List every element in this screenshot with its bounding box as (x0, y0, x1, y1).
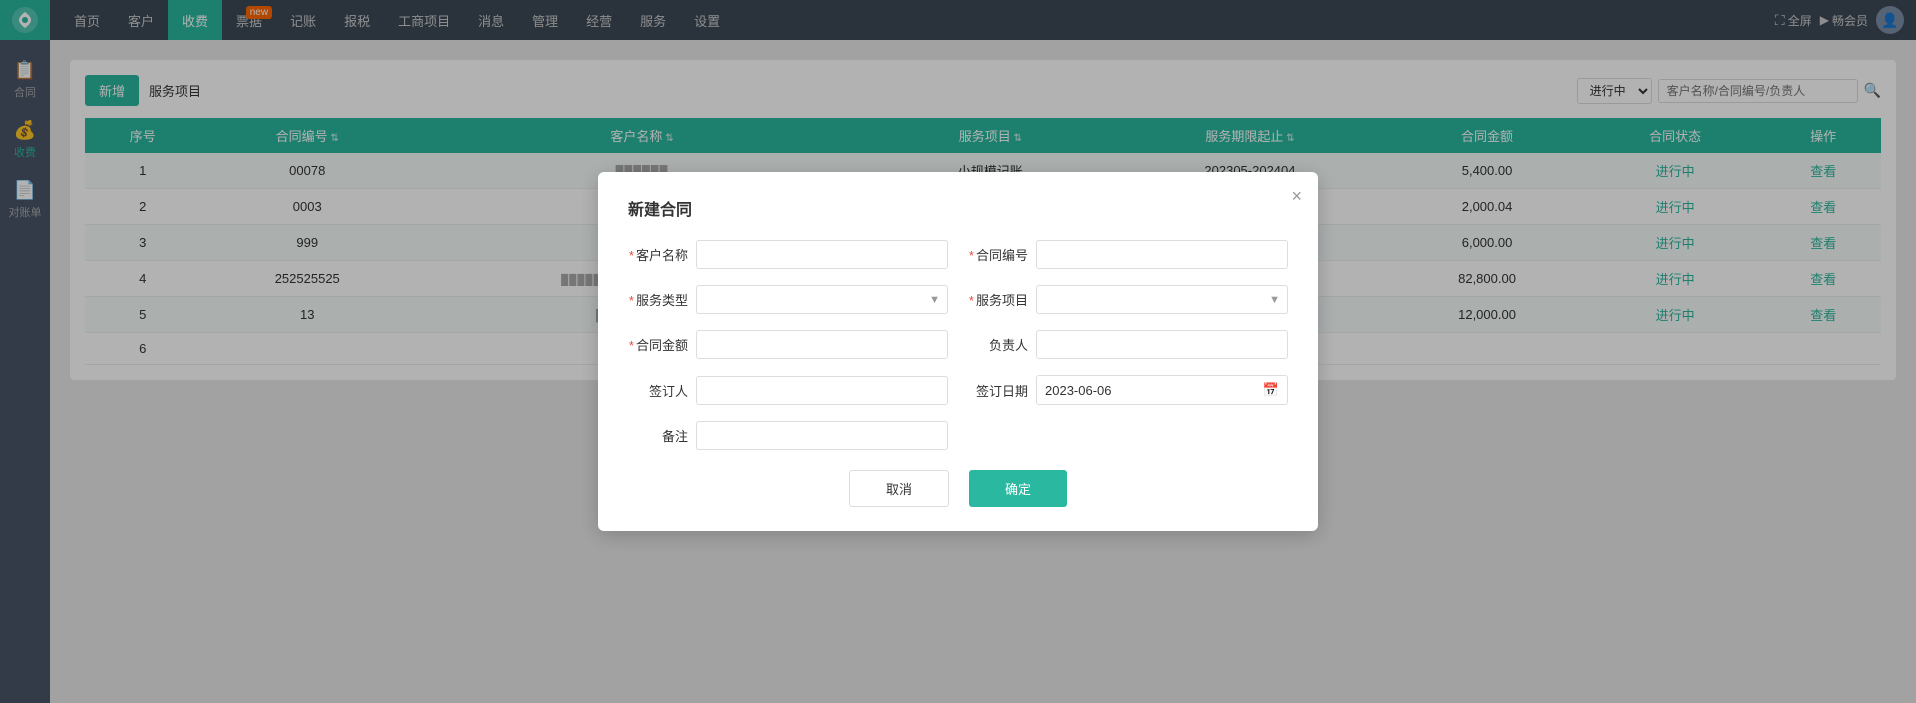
contract-no-input[interactable] (1036, 240, 1288, 269)
sign-date-field: 签订日期 2023-06-06 📅 (968, 375, 1288, 405)
required-star-3: * (629, 293, 634, 308)
cancel-button[interactable]: 取消 (849, 470, 949, 507)
sign-date-value: 2023-06-06 (1045, 383, 1112, 398)
form-row-1: *客户名称 *合同编号 (628, 240, 1288, 269)
signer-input[interactable] (696, 376, 948, 405)
remark-field: 备注 (628, 421, 948, 450)
form-row-2: *服务类型 ▼ *服务项目 ▼ (628, 285, 1288, 314)
modal-close-button[interactable]: × (1291, 186, 1302, 207)
customer-name-label: *客户名称 (628, 245, 688, 264)
service-item-select[interactable] (1036, 285, 1288, 314)
signer-label: 签订人 (628, 381, 688, 400)
service-item-field: *服务项目 ▼ (968, 285, 1288, 314)
form-row-3: *合同金额 0.00 负责人 (628, 330, 1288, 359)
service-type-label: *服务类型 (628, 290, 688, 309)
modal-overlay[interactable]: × 新建合同 *客户名称 *合同编号 *服务类型 (0, 0, 1916, 703)
required-star-2: * (969, 248, 974, 263)
responsible-label: 负责人 (968, 335, 1028, 354)
required-star-5: * (629, 338, 634, 353)
form-row-4: 签订人 签订日期 2023-06-06 📅 (628, 375, 1288, 405)
modal-title: 新建合同 (628, 196, 1288, 220)
service-type-field: *服务类型 ▼ (628, 285, 948, 314)
sign-date-display[interactable]: 2023-06-06 📅 (1036, 375, 1288, 405)
remark-input[interactable] (696, 421, 948, 450)
customer-name-field: *客户名称 (628, 240, 948, 269)
contract-amount-label: *合同金额 (628, 335, 688, 354)
service-item-label: *服务项目 (968, 290, 1028, 309)
modal-footer: 取消 确定 (628, 470, 1288, 507)
service-item-wrapper: ▼ (1036, 285, 1288, 314)
new-contract-modal: × 新建合同 *客户名称 *合同编号 *服务类型 (598, 172, 1318, 531)
calendar-icon: 📅 (1263, 382, 1279, 398)
responsible-field: 负责人 (968, 330, 1288, 359)
contract-amount-field: *合同金额 0.00 (628, 330, 948, 359)
contract-amount-input[interactable]: 0.00 (696, 330, 948, 359)
form-row-5: 备注 (628, 421, 1288, 450)
service-type-select[interactable] (696, 285, 948, 314)
required-star-4: * (969, 293, 974, 308)
signer-field: 签订人 (628, 375, 948, 405)
customer-name-input[interactable] (696, 240, 948, 269)
sign-date-label: 签订日期 (968, 381, 1028, 400)
required-star: * (629, 248, 634, 263)
remark-label: 备注 (628, 426, 688, 445)
responsible-input[interactable] (1036, 330, 1288, 359)
service-type-wrapper: ▼ (696, 285, 948, 314)
contract-no-field: *合同编号 (968, 240, 1288, 269)
confirm-button[interactable]: 确定 (969, 470, 1067, 507)
contract-no-label: *合同编号 (968, 245, 1028, 264)
